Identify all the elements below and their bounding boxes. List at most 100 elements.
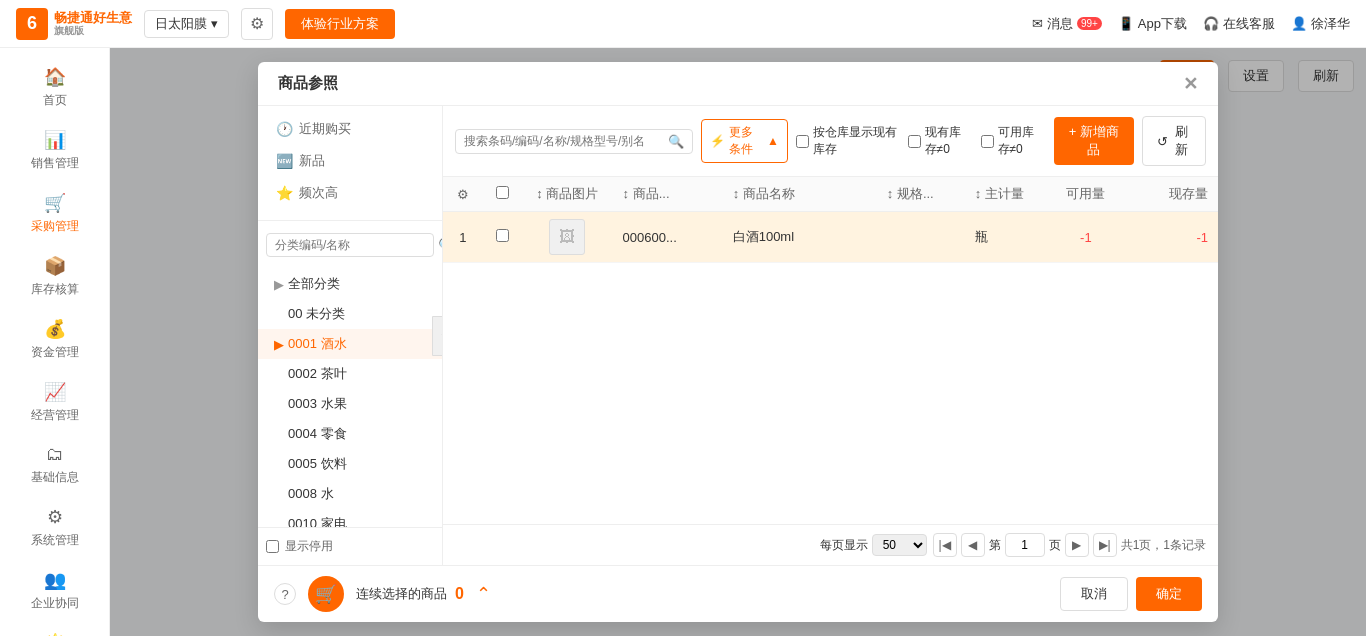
next-page-button[interactable]: ▶ xyxy=(1065,533,1089,557)
category-shuiguo[interactable]: 0003 水果 xyxy=(258,389,442,419)
layout: 🏠 首页 📊 销售管理 🛒 采购管理 📦 库存核算 💰 资金管理 📈 经营管理 … xyxy=(0,48,1366,636)
message-icon: ✉ xyxy=(1032,16,1043,31)
table-settings-icon[interactable]: ⚙ xyxy=(457,187,469,202)
sidebar-item-system[interactable]: ⚙ 系统管理 xyxy=(0,496,109,559)
sort-icon: ↕ xyxy=(975,186,982,201)
experience-btn[interactable]: 体验行业方案 xyxy=(285,9,395,39)
product-code: 000600... xyxy=(613,212,723,263)
col-available[interactable]: 可用量 xyxy=(1042,177,1130,212)
col-name[interactable]: ↕ 商品名称 xyxy=(723,177,877,212)
sidebar-item-guide[interactable]: 🌟 新手引导 xyxy=(0,622,109,636)
available-stock-input[interactable] xyxy=(981,135,994,148)
sidebar-item-sales[interactable]: 📊 销售管理 xyxy=(0,119,109,182)
filter-button[interactable]: ⚡ 更多条件 ▲ xyxy=(701,119,788,163)
row-checkbox[interactable] xyxy=(496,229,509,242)
sidebar-item-operations[interactable]: 📈 经营管理 xyxy=(0,371,109,434)
col-image: ↕ 商品图片 xyxy=(522,177,612,212)
existing-stock-label: 现有库存≠0 xyxy=(925,124,973,158)
new-icon: 🆕 xyxy=(276,153,293,169)
prev-page-button[interactable]: ◀ xyxy=(961,533,985,557)
category-uncategorized[interactable]: 00 未分类 xyxy=(258,299,442,329)
sidebar-item-home[interactable]: 🏠 首页 xyxy=(0,56,109,119)
tab-new-label: 新品 xyxy=(299,152,325,170)
message-nav-item[interactable]: ✉ 消息 99+ xyxy=(1032,15,1102,33)
by-warehouse-input[interactable] xyxy=(796,135,809,148)
sidebar-item-enterprise[interactable]: 👥 企业协同 xyxy=(0,559,109,622)
page-number-input[interactable] xyxy=(1005,533,1045,557)
add-product-button[interactable]: + 新增商品 xyxy=(1054,117,1134,165)
col-spec[interactable]: ↕ 规格... xyxy=(877,177,965,212)
show-disabled-label[interactable]: 显示停用 xyxy=(285,538,333,555)
select-all-checkbox[interactable] xyxy=(496,186,509,199)
sidebar-item-finance[interactable]: 💰 资金管理 xyxy=(0,308,109,371)
category-label: 0005 饮料 xyxy=(274,455,347,473)
category-jiadian[interactable]: 0010 家电 xyxy=(258,509,442,527)
modal-right-panel: 🔍 ⚡ 更多条件 ▲ 按仓库显示现有库存 xyxy=(443,106,1218,565)
first-page-button[interactable]: |◀ xyxy=(933,533,957,557)
col-unit[interactable]: ↕ 主计量 xyxy=(965,177,1042,212)
modal-tabs: 🕐 近期购买 🆕 新品 ⭐ 频次高 xyxy=(258,106,442,216)
refresh-button[interactable]: ↺ 刷新 xyxy=(1142,116,1206,166)
category-yinliao[interactable]: 0005 饮料 xyxy=(258,449,442,479)
tab-recent[interactable]: 🕐 近期购买 xyxy=(266,114,434,144)
category-jiushui[interactable]: ▶ 0001 酒水 xyxy=(258,329,442,359)
category-shui[interactable]: 0008 水 xyxy=(258,479,442,509)
cancel-button[interactable]: 取消 xyxy=(1060,577,1128,611)
table-row[interactable]: 1 🖼 xyxy=(443,212,1218,263)
checkbox-existing-stock[interactable]: 现有库存≠0 xyxy=(908,124,973,158)
product-table-area: ⚙ ↕ 商品图片 xyxy=(443,177,1218,524)
modal-close-button[interactable]: ✕ xyxy=(1183,75,1198,93)
sidebar-item-inventory[interactable]: 📦 库存核算 xyxy=(0,245,109,308)
show-disabled-checkbox[interactable] xyxy=(266,540,279,553)
checkbox-available-stock[interactable]: 可用库存≠0 xyxy=(981,124,1046,158)
search-icon[interactable]: 🔍 xyxy=(668,134,684,149)
category-search-input[interactable] xyxy=(266,233,434,257)
cart-button[interactable]: 🛒 xyxy=(308,576,344,612)
collapse-panel-button[interactable]: 《 xyxy=(432,316,443,356)
purchase-icon: 🛒 xyxy=(44,192,66,214)
category-chaye[interactable]: 0002 茶叶 xyxy=(258,359,442,389)
category-all[interactable]: ▶ 全部分类 xyxy=(258,269,442,299)
tab-new[interactable]: 🆕 新品 xyxy=(266,146,434,176)
page-total: 共1页，1条记录 xyxy=(1121,537,1206,554)
sort-icon: ↕ xyxy=(623,186,630,201)
sidebar-item-basic-info[interactable]: 🗂 基础信息 xyxy=(0,434,109,496)
per-page-select[interactable]: 50 20 100 xyxy=(872,534,927,556)
selected-label: 连续选择的商品 xyxy=(356,585,447,603)
system-icon: ⚙ xyxy=(47,506,63,528)
online-service-item[interactable]: 🎧 在线客服 xyxy=(1203,15,1275,33)
last-page-button[interactable]: ▶| xyxy=(1093,533,1117,557)
col-code[interactable]: ↕ 商品... xyxy=(613,177,723,212)
existing-stock-input[interactable] xyxy=(908,135,921,148)
enterprise-icon: 👥 xyxy=(44,569,66,591)
product-search-input[interactable] xyxy=(464,134,664,148)
mobile-icon: 📱 xyxy=(1118,16,1134,31)
sidebar-label-finance: 资金管理 xyxy=(31,344,79,361)
confirm-button[interactable]: 确定 xyxy=(1136,577,1202,611)
category-search: 🔍 xyxy=(258,225,442,265)
category-lingshi[interactable]: 0004 零食 xyxy=(258,419,442,449)
user-item[interactable]: 👤 徐泽华 xyxy=(1291,15,1350,33)
filter-label: 更多条件 xyxy=(729,124,763,158)
modal-body: 《 🕐 近期购买 🆕 新品 ⭐ xyxy=(258,106,1218,565)
home-icon: 🏠 xyxy=(44,66,66,88)
row-checkbox-cell[interactable] xyxy=(483,212,523,263)
headset-icon: 🎧 xyxy=(1203,16,1219,31)
collapse-footer-button[interactable]: ⌃ xyxy=(476,583,491,605)
sort-icon: ↕ xyxy=(733,186,740,201)
col-stock[interactable]: 现存量 xyxy=(1130,177,1218,212)
app-download-item[interactable]: 📱 App下载 xyxy=(1118,15,1187,33)
logo: 6 畅捷通好生意 旗舰版 xyxy=(16,8,132,40)
recent-icon: 🕐 xyxy=(276,121,293,137)
tab-frequent[interactable]: ⭐ 频次高 xyxy=(266,178,434,208)
tab-frequent-label: 频次高 xyxy=(299,184,338,202)
help-button[interactable]: ? xyxy=(274,583,296,605)
checkbox-by-warehouse[interactable]: 按仓库显示现有库存 xyxy=(796,124,900,158)
product-spec xyxy=(877,212,965,263)
sidebar-item-purchase[interactable]: 🛒 采购管理 xyxy=(0,182,109,245)
chevron-down-icon: ▾ xyxy=(211,16,218,31)
message-badge: 99+ xyxy=(1077,17,1102,30)
refresh-label: 刷新 xyxy=(1172,123,1191,159)
settings-button[interactable]: ⚙ xyxy=(241,8,273,40)
nav-dropdown[interactable]: 日太阳膜 ▾ xyxy=(144,10,229,38)
